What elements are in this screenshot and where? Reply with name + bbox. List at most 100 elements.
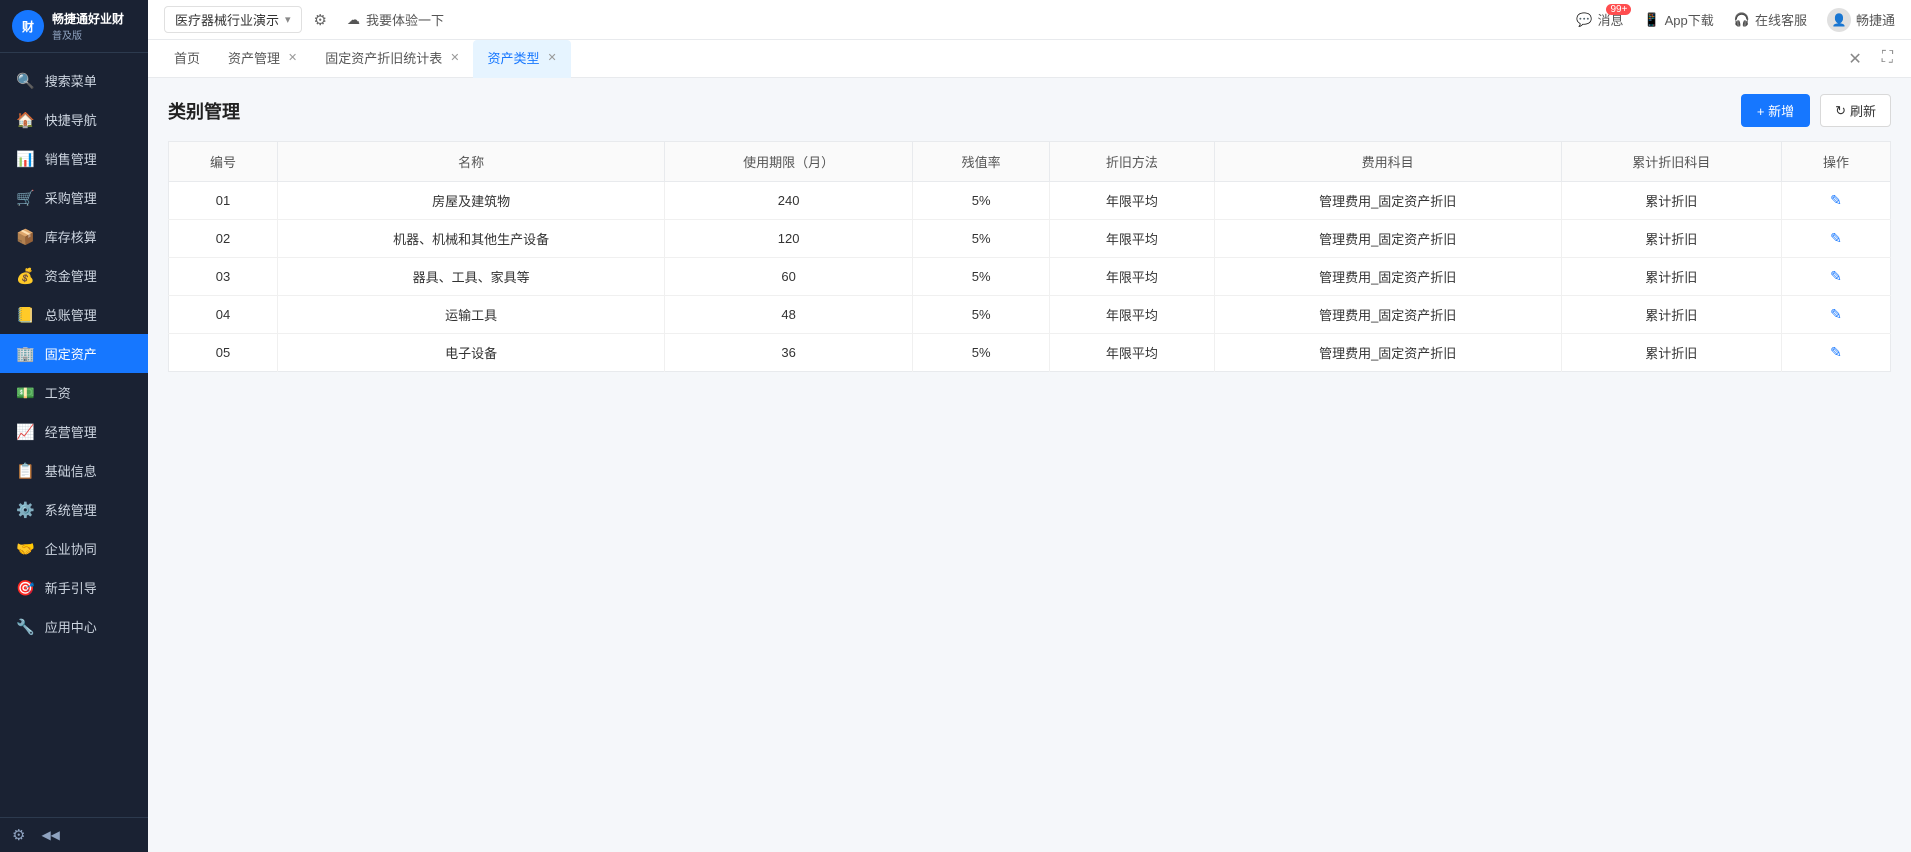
cell-method-2: 年限平均 [1050,258,1215,296]
quick-nav-icon: 🏠 [16,111,35,129]
fixed-assets-icon: 🏢 [16,345,35,363]
close-tab-asset-type[interactable]: ✕ [548,51,557,64]
sidebar-item-finance[interactable]: 💰 资金管理 [0,256,148,295]
sidebar-bottom: ⚙ ◀◀ [0,817,148,852]
edit-icon-2[interactable]: ✎ [1830,268,1842,284]
sidebar-label-salary: 工资 [45,383,71,402]
sidebar: 财 畅捷通好业财 普及版 🔍 搜索菜单 🏠 快捷导航 📊 销售管理 🛒 采购管理… [0,0,148,852]
sidebar-label-search: 搜索菜单 [45,71,97,90]
messages-button[interactable]: 💬 消息 99+ [1576,10,1623,29]
close-tab-asset-mgmt[interactable]: ✕ [288,51,297,64]
th-折旧方法: 折旧方法 [1050,142,1215,182]
sidebar-label-basic-info: 基础信息 [45,461,97,480]
operations-icon: 📈 [16,423,35,441]
messages-badge: 99+ [1606,4,1631,15]
collapse-icon[interactable]: ◀◀ [41,828,59,842]
edit-icon-1[interactable]: ✎ [1830,230,1842,246]
table-row: 05 电子设备 36 5% 年限平均 管理费用_固定资产折旧 累计折旧 ✎ [169,334,1891,372]
tabbar-actions: ✕ ⛶ [1842,47,1899,71]
edit-icon-0[interactable]: ✎ [1830,192,1842,208]
close-tab-fixed-asset-table[interactable]: ✕ [450,51,459,64]
cell-code-4: 05 [169,334,278,372]
cell-name-4: 电子设备 [278,334,665,372]
sidebar-item-app-center[interactable]: 🔧 应用中心 [0,607,148,646]
cell-code-3: 04 [169,296,278,334]
guide-icon: 🎯 [16,579,35,597]
cell-action-1[interactable]: ✎ [1781,220,1890,258]
sidebar-item-sales[interactable]: 📊 销售管理 [0,139,148,178]
cell-accum-0: 累计折旧 [1561,182,1781,220]
sidebar-item-purchase[interactable]: 🛒 采购管理 [0,178,148,217]
sidebar-label-quick-nav: 快捷导航 [45,110,97,129]
cell-action-2[interactable]: ✎ [1781,258,1890,296]
th-名称: 名称 [278,142,665,182]
sidebar-item-inventory[interactable]: 📦 库存核算 [0,217,148,256]
app-download-button[interactable]: 📱 App下载 [1643,10,1713,29]
general-ledger-icon: 📒 [16,306,35,324]
edit-icon-3[interactable]: ✎ [1830,306,1842,322]
online-service-button[interactable]: 🎧 在线客服 [1734,10,1807,29]
edit-icon-4[interactable]: ✎ [1830,344,1842,360]
sidebar-label-general-ledger: 总账管理 [45,305,97,324]
cell-method-1: 年限平均 [1050,220,1215,258]
cell-code-2: 03 [169,258,278,296]
sidebar-item-search[interactable]: 🔍 搜索菜单 [0,61,148,100]
close-tab-button[interactable]: ✕ [1842,47,1867,71]
sidebar-item-basic-info[interactable]: 📋 基础信息 [0,451,148,490]
th-费用科目: 费用科目 [1214,142,1561,182]
cell-action-4[interactable]: ✎ [1781,334,1890,372]
system-icon: ⚙️ [16,501,35,519]
refresh-icon: ↻ [1835,103,1846,119]
tab-asset-mgmt[interactable]: 资产管理 ✕ [214,40,311,78]
table-row: 04 运输工具 48 5% 年限平均 管理费用_固定资产折旧 累计折旧 ✎ [169,296,1891,334]
cell-method-4: 年限平均 [1050,334,1215,372]
sidebar-logo: 财 畅捷通好业财 普及版 [0,0,148,53]
sidebar-item-salary[interactable]: 💵 工资 [0,373,148,412]
user-profile[interactable]: 👤 畅捷通 [1827,8,1895,32]
finance-icon: 💰 [16,267,35,285]
sidebar-item-system[interactable]: ⚙️ 系统管理 [0,490,148,529]
th-使用期限（月）: 使用期限（月） [665,142,913,182]
page-title: 类别管理 [168,98,240,124]
tab-fixed-asset-table[interactable]: 固定资产折旧统计表 ✕ [311,40,473,78]
tab-asset-type[interactable]: 资产类型✕ [473,40,570,78]
table-row: 01 房屋及建筑物 240 5% 年限平均 管理费用_固定资产折旧 累计折旧 ✎ [169,182,1891,220]
experience-button[interactable]: ☁ 我要体验一下 [347,10,444,29]
table-row: 02 机器、机械和其他生产设备 120 5% 年限平均 管理费用_固定资产折旧 … [169,220,1891,258]
cell-residual-1: 5% [913,220,1050,258]
module-selector[interactable]: 医疗器械行业演示 ▾ [164,6,302,33]
expand-tab-button[interactable]: ⛶ [1876,47,1899,71]
cloud-icon: ☁ [347,12,360,28]
sidebar-item-operations[interactable]: 📈 经营管理 [0,412,148,451]
settings-icon[interactable]: ⚙ [12,826,25,844]
search-icon: 🔍 [16,72,35,90]
cell-expense-1: 管理费用_固定资产折旧 [1214,220,1561,258]
tab-label-asset-mgmt: 资产管理 [228,48,280,67]
sidebar-label-system: 系统管理 [45,500,97,519]
settings-gear-icon[interactable]: ⚙ [314,11,327,29]
refresh-button[interactable]: ↻ 刷新 [1820,94,1891,127]
cell-name-3: 运输工具 [278,296,665,334]
th-累计折旧科目: 累计折旧科目 [1561,142,1781,182]
tab-label-fixed-asset-table: 固定资产折旧统计表 [325,48,442,67]
page-actions: + 新增 ↻ 刷新 [1741,94,1891,127]
sidebar-item-general-ledger[interactable]: 📒 总账管理 [0,295,148,334]
page-content: 类别管理 + 新增 ↻ 刷新 编号名称使用期限（月）残值率折旧方法费用科目累计折… [148,78,1911,852]
cell-residual-2: 5% [913,258,1050,296]
tab-label-home: 首页 [174,48,200,67]
sidebar-item-fixed-assets[interactable]: 🏢 固定资产 [0,334,148,373]
sidebar-item-quick-nav[interactable]: 🏠 快捷导航 [0,100,148,139]
topbar: 医疗器械行业演示 ▾ ⚙ ☁ 我要体验一下 💬 消息 99+ 📱 App下载 🎧… [148,0,1911,40]
cell-expense-0: 管理费用_固定资产折旧 [1214,182,1561,220]
sidebar-label-guide: 新手引导 [45,578,97,597]
sidebar-label-purchase: 采购管理 [45,188,97,207]
cell-name-0: 房屋及建筑物 [278,182,665,220]
new-button[interactable]: + 新增 [1741,94,1810,127]
inventory-icon: 📦 [16,228,35,246]
cell-action-3[interactable]: ✎ [1781,296,1890,334]
cell-action-0[interactable]: ✎ [1781,182,1890,220]
sidebar-item-guide[interactable]: 🎯 新手引导 [0,568,148,607]
tab-home[interactable]: 首页 [160,40,214,78]
sidebar-item-enterprise[interactable]: 🤝 企业协同 [0,529,148,568]
cell-residual-3: 5% [913,296,1050,334]
